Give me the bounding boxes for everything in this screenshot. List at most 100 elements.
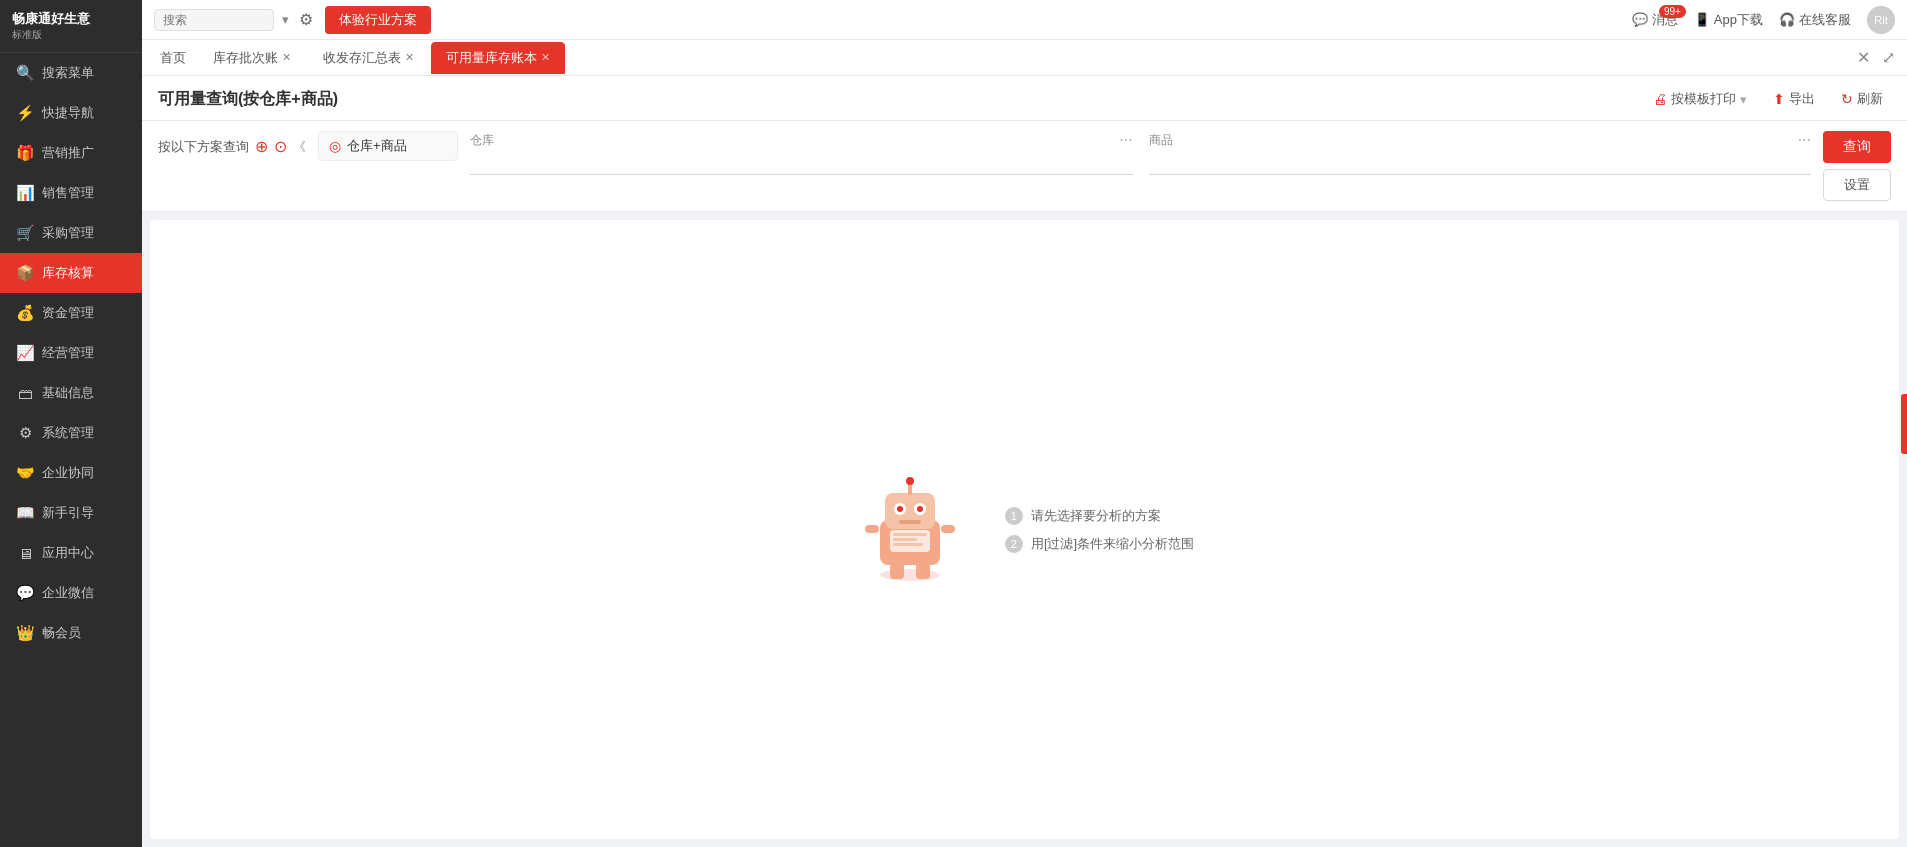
svg-point-5 bbox=[897, 506, 903, 512]
sidebar-label-8: 基础信息 bbox=[42, 384, 94, 402]
trial-button[interactable]: 体验行业方案 bbox=[325, 6, 431, 34]
refresh-btn[interactable]: ↻ 刷新 bbox=[1833, 86, 1891, 112]
tab-close-summary[interactable]: ✕ bbox=[405, 52, 414, 63]
sidebar-label-1: 快捷导航 bbox=[42, 104, 94, 122]
online-service-label: 在线客服 bbox=[1799, 11, 1851, 29]
sidebar-label-5: 库存核算 bbox=[42, 264, 94, 282]
sidebar-item-企业协同[interactable]: 🤝企业协同 bbox=[0, 453, 142, 493]
svg-point-0 bbox=[880, 569, 940, 581]
goods-field-label: 商品 ··· bbox=[1149, 131, 1812, 149]
export-label: 导出 bbox=[1789, 90, 1815, 108]
sidebar-item-系统管理[interactable]: ⚙系统管理 bbox=[0, 413, 142, 453]
settings-button[interactable]: 设置 bbox=[1823, 169, 1891, 201]
sidebar-item-经营管理[interactable]: 📈 经营管理 bbox=[0, 333, 142, 373]
app-title: 畅康通好生意 bbox=[12, 10, 130, 28]
svg-rect-11 bbox=[941, 525, 955, 533]
svg-rect-8 bbox=[890, 563, 904, 579]
query-button[interactable]: 查询 bbox=[1823, 131, 1891, 163]
tab-close-inventory-batch[interactable]: ✕ bbox=[282, 52, 291, 63]
tab-home-label: 首页 bbox=[160, 50, 186, 65]
tabs-bar: 首页 库存批次账 ✕ 收发存汇总表 ✕ 可用量库存账本 ✕ ✕ ⤢ bbox=[142, 40, 1907, 76]
sidebar-scroll: 🔍搜索菜单 ⚡ 快捷导航 🎁营销推广📊销售管理🛒采购管理📦库存核算 💰 资金管理 📈 经营管理… bbox=[0, 53, 142, 847]
sidebar-item-库存核算[interactable]: 📦库存核算 bbox=[0, 253, 142, 293]
warehouse-field: 仓库 ··· bbox=[470, 131, 1133, 175]
app-icon: 📱 bbox=[1694, 12, 1710, 27]
hint-text-2: 用[过滤]条件来缩小分析范围 bbox=[1031, 535, 1194, 553]
sidebar-icon-14: 👑 bbox=[16, 624, 34, 642]
sidebar-item-快捷导航[interactable]: ⚡ 快捷导航 bbox=[0, 93, 142, 133]
message-badge: 99+ bbox=[1659, 5, 1686, 18]
add-filter-icon[interactable]: ⊕ bbox=[255, 137, 268, 156]
online-service-item[interactable]: 🎧 在线客服 bbox=[1779, 11, 1851, 29]
tab-home[interactable]: 首页 bbox=[150, 43, 196, 73]
sidebar-item-企业微信[interactable]: 💬企业微信 bbox=[0, 573, 142, 613]
sidebar-icon-2: 🎁 bbox=[16, 144, 34, 162]
empty-visual: 1 请先选择要分析的方案 2 用[过滤]条件来缩小分析范围 bbox=[855, 475, 1194, 585]
filter-fields: 仓库 ··· 商品 ··· bbox=[470, 131, 1811, 175]
export-btn[interactable]: ⬆ 导出 bbox=[1765, 86, 1823, 112]
empty-area: 1 请先选择要分析的方案 2 用[过滤]条件来缩小分析范围 bbox=[150, 220, 1899, 839]
collapse-icon[interactable]: 《 bbox=[293, 138, 306, 156]
hint-text-1: 请先选择要分析的方案 bbox=[1031, 507, 1161, 525]
sidebar-label-13: 企业微信 bbox=[42, 584, 94, 602]
tab-available-qty[interactable]: 可用量库存账本 ✕ bbox=[431, 42, 565, 74]
sidebar-label-12: 应用中心 bbox=[42, 544, 94, 562]
sidebar-item-销售管理[interactable]: 📊销售管理 bbox=[0, 173, 142, 213]
warehouse-more-icon[interactable]: ··· bbox=[1119, 131, 1132, 149]
sidebar-label-7: 经营管理 bbox=[42, 344, 94, 362]
gear-icon[interactable]: ⚙ bbox=[299, 10, 313, 29]
goods-input[interactable] bbox=[1149, 151, 1812, 175]
sidebar-label-4: 采购管理 bbox=[42, 224, 94, 242]
sidebar-item-资金管理[interactable]: 💰 资金管理 bbox=[0, 293, 142, 333]
filter-area: 按以下方案查询 ⊕ ⊙ 《 ◎ 仓库+商品 仓库 ··· bbox=[142, 121, 1907, 212]
message-item[interactable]: 💬 消息 99+ bbox=[1632, 11, 1678, 29]
filter-label: 按以下方案查询 ⊕ ⊙ 《 bbox=[158, 131, 306, 156]
sidebar-logo: 畅康通好生意 标准版 bbox=[0, 0, 142, 53]
sidebar-icon-12: 🖥 bbox=[16, 545, 34, 562]
tab-inventory-batch[interactable]: 库存批次账 ✕ bbox=[198, 42, 306, 74]
tab-close-available-qty[interactable]: ✕ bbox=[541, 52, 550, 63]
goods-more-icon[interactable]: ··· bbox=[1798, 131, 1811, 149]
warehouse-input[interactable] bbox=[470, 151, 1133, 175]
sidebar-label-3: 销售管理 bbox=[42, 184, 94, 202]
sidebar-item-新手引导[interactable]: 📖新手引导 bbox=[0, 493, 142, 533]
user-avatar[interactable]: Rit bbox=[1867, 6, 1895, 34]
svg-point-6 bbox=[917, 506, 923, 512]
search-input[interactable] bbox=[154, 9, 274, 31]
sidebar-icon-6: 💰 bbox=[16, 304, 34, 322]
sidebar-icon-7: 📈 bbox=[16, 344, 34, 362]
sidebar-item-搜索菜单[interactable]: 🔍搜索菜单 bbox=[0, 53, 142, 93]
sidebar-item-畅会员[interactable]: 👑畅会员 bbox=[0, 613, 142, 653]
page-title: 可用量查询(按仓库+商品) bbox=[158, 89, 338, 110]
avatar-text: Rit bbox=[1874, 14, 1887, 26]
sidebar-item-应用中心[interactable]: 🖥 应用中心 bbox=[0, 533, 142, 573]
sidebar-icon-1: ⚡ bbox=[16, 104, 34, 122]
scheme-warehouse-goods[interactable]: ◎ 仓库+商品 bbox=[318, 131, 458, 161]
expand-icon[interactable]: ⤢ bbox=[1878, 44, 1899, 71]
action-buttons: 查询 设置 bbox=[1823, 131, 1891, 201]
print-btn[interactable]: 🖨 按模板打印 ▾ bbox=[1645, 86, 1755, 112]
sidebar-icon-10: 🤝 bbox=[16, 464, 34, 482]
close-all-tabs-icon[interactable]: ✕ bbox=[1853, 44, 1874, 71]
goods-label-text: 商品 bbox=[1149, 132, 1173, 149]
sidebar-icon-8: 🗃 bbox=[16, 385, 34, 402]
export-icon: ⬆ bbox=[1773, 91, 1785, 107]
sidebar-item-采购管理[interactable]: 🛒采购管理 bbox=[0, 213, 142, 253]
sidebar-icon-0: 🔍 bbox=[16, 64, 34, 82]
svg-rect-7 bbox=[899, 520, 921, 524]
app-download-item[interactable]: 📱 App下载 bbox=[1694, 11, 1763, 29]
print-dropdown-icon[interactable]: ▾ bbox=[1740, 92, 1747, 107]
sidebar-label-6: 资金管理 bbox=[42, 304, 94, 322]
goods-field: 商品 ··· bbox=[1149, 131, 1812, 175]
svg-rect-17 bbox=[893, 543, 923, 546]
scheme-icon: ◎ bbox=[329, 138, 341, 154]
sidebar-item-营销推广[interactable]: 🎁营销推广 bbox=[0, 133, 142, 173]
tab-summary[interactable]: 收发存汇总表 ✕ bbox=[308, 42, 429, 74]
headset-icon: 🎧 bbox=[1779, 12, 1795, 27]
filter-settings-icon[interactable]: ⊙ bbox=[274, 137, 287, 156]
dropdown-icon[interactable]: ▾ bbox=[282, 12, 289, 27]
page-header-actions: 🖨 按模板打印 ▾ ⬆ 导出 ↻ 刷新 bbox=[1645, 86, 1891, 112]
svg-point-13 bbox=[906, 477, 914, 485]
sidebar: 畅康通好生意 标准版 🔍搜索菜单 ⚡ 快捷导航 🎁营销推广📊销售管理🛒采购管理📦库存核… bbox=[0, 0, 142, 847]
sidebar-item-基础信息[interactable]: 🗃 基础信息 bbox=[0, 373, 142, 413]
